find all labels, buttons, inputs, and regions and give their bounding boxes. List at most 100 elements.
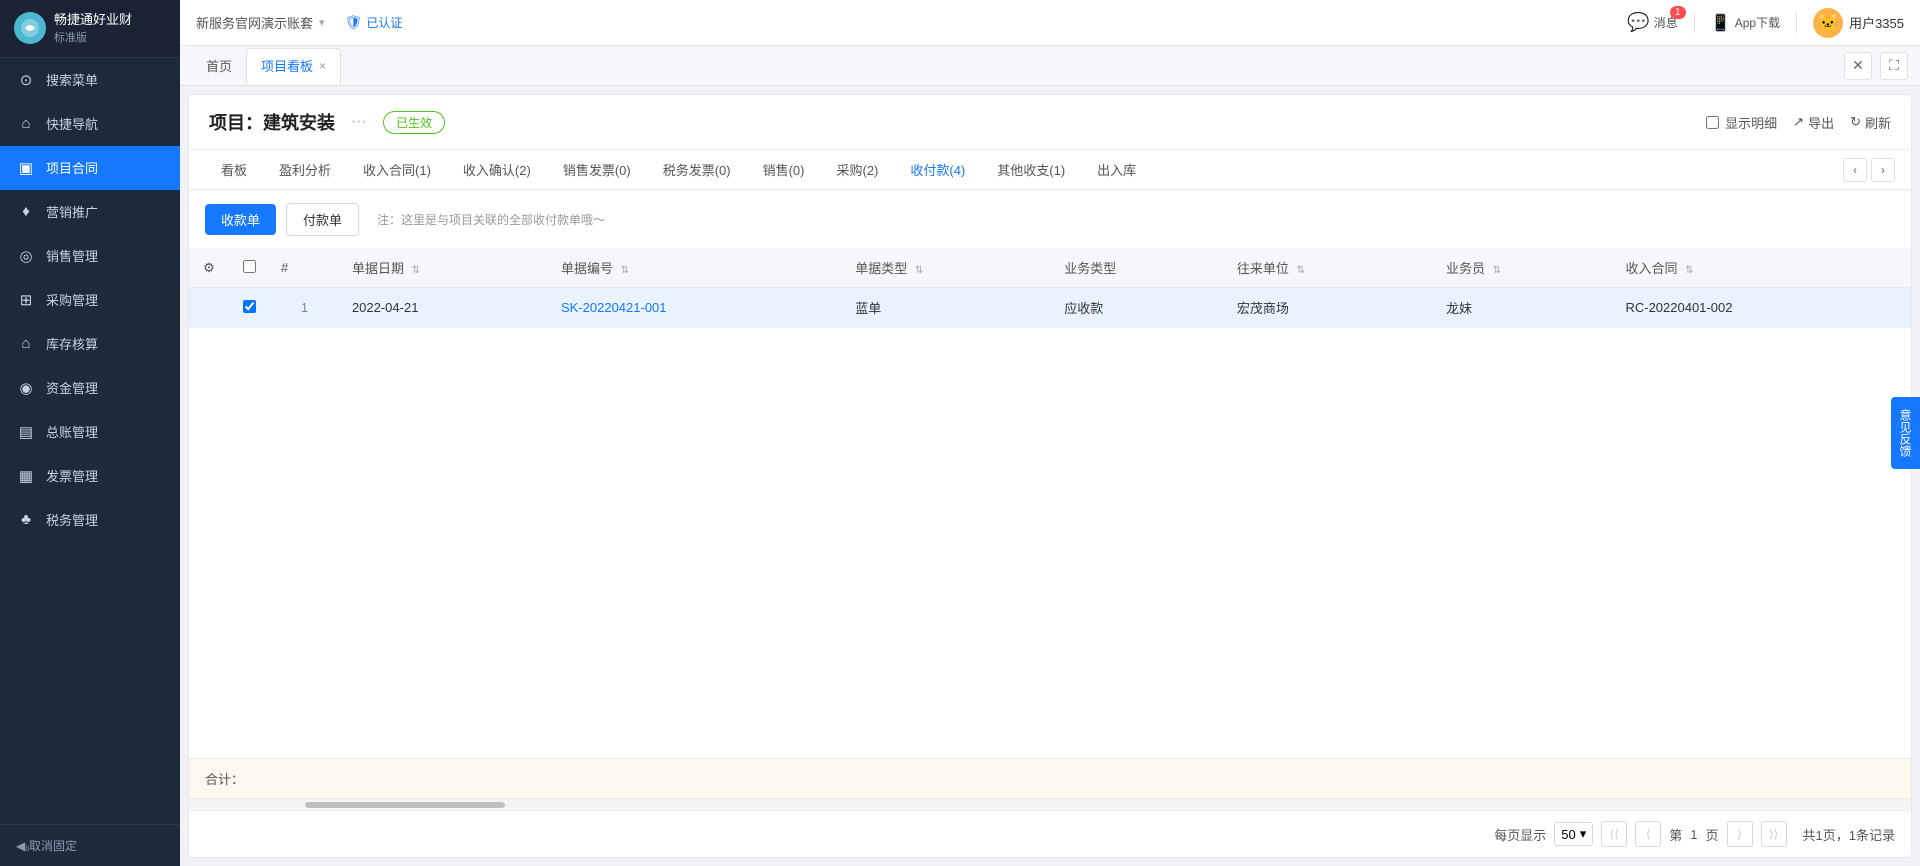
sidebar-label-sales: 销售管理 bbox=[46, 246, 98, 265]
col-number[interactable]: 单据编号 ⇅ bbox=[549, 248, 843, 288]
sidebar-label-invoice: 发票管理 bbox=[46, 466, 98, 485]
cell-number: SK-20220421-001 bbox=[549, 288, 843, 328]
tab-home-label: 首页 bbox=[206, 56, 232, 75]
col-type[interactable]: 单据类型 ⇅ bbox=[843, 248, 1052, 288]
pagination-total: 共1页，1条记录 bbox=[1803, 825, 1895, 844]
per-page-select[interactable]: 50 ▾ bbox=[1554, 822, 1593, 846]
sidebar-item-purchase[interactable]: ⊞ 采购管理 bbox=[0, 278, 180, 322]
select-all-checkbox[interactable] bbox=[243, 260, 256, 273]
sub-tab-income-confirm[interactable]: 收入确认(2) bbox=[447, 150, 547, 191]
col-partner[interactable]: 往来单位 ⇅ bbox=[1225, 248, 1434, 288]
sidebar-label-tax: 税务管理 bbox=[46, 510, 98, 529]
refresh-button[interactable]: ↻ 刷新 bbox=[1850, 113, 1891, 132]
receipt-number-link[interactable]: SK-20220421-001 bbox=[561, 300, 667, 315]
sidebar-item-sales[interactable]: ◎ 销售管理 bbox=[0, 234, 180, 278]
cell-biz-type: 应收款 bbox=[1052, 288, 1225, 328]
user-menu[interactable]: 🐱 用户3355 bbox=[1813, 8, 1904, 38]
sidebar-item-search[interactable]: ⊙ 搜索菜单 bbox=[0, 58, 180, 102]
refresh-icon: ↻ bbox=[1850, 114, 1861, 130]
col-settings[interactable]: ⚙ bbox=[189, 248, 229, 288]
table-body: 1 2022-04-21 SK-20220421-001 蓝单 应收款 宏茂商场… bbox=[189, 288, 1911, 328]
sub-tab-kanban[interactable]: 看板 bbox=[205, 150, 263, 191]
col-number-label: 单据编号 bbox=[561, 261, 613, 276]
sort-salesperson-icon: ⇅ bbox=[1493, 265, 1501, 276]
sidebar-label-ledger: 总账管理 bbox=[46, 422, 98, 441]
project-title: 建筑安装 bbox=[263, 109, 335, 135]
tab-home[interactable]: 首页 bbox=[192, 48, 246, 84]
row-checkbox[interactable] bbox=[243, 300, 256, 313]
close-window-button[interactable]: ✕ bbox=[1844, 52, 1872, 80]
payment-button[interactable]: 付款单 bbox=[286, 203, 359, 236]
main-area: 新服务官网演示账套 ▾ 🛡 已认证 💬 1 消息 📱 App下载 🐱 用 bbox=[180, 0, 1920, 866]
project-header: 项目： 建筑安装 ··· 已生效 显示明细 ↗ 导出 ↻ 刷新 bbox=[189, 95, 1911, 150]
sub-tab-tax-invoice[interactable]: 税务发票(0) bbox=[647, 150, 747, 191]
ledger-icon: ▤ bbox=[16, 422, 36, 442]
sub-tab-sales-invoice[interactable]: 销售发票(0) bbox=[547, 150, 647, 191]
topbar-divider-2 bbox=[1796, 13, 1797, 33]
expand-window-button[interactable]: ⛶ bbox=[1880, 52, 1908, 80]
sidebar-item-finance[interactable]: ◉ 资金管理 bbox=[0, 366, 180, 410]
feedback-button[interactable]: 意见反馈 bbox=[1891, 397, 1920, 469]
table-footer: 合计： bbox=[189, 758, 1911, 798]
per-page-label: 每页显示 bbox=[1494, 825, 1546, 844]
sidebar-item-inventory[interactable]: ⌂ 库存核算 bbox=[0, 322, 180, 366]
col-income-contract[interactable]: 收入合同 ⇅ bbox=[1613, 248, 1911, 288]
export-button[interactable]: ↗ 导出 bbox=[1793, 113, 1834, 132]
sub-tab-next-button[interactable]: › bbox=[1871, 158, 1895, 182]
col-date[interactable]: 单据日期 ⇅ bbox=[340, 248, 549, 288]
sub-tab-profit[interactable]: 盈利分析 bbox=[263, 150, 347, 191]
last-page-button[interactable]: ⟩⟩ bbox=[1761, 821, 1787, 847]
home-icon: ⌂ bbox=[16, 114, 36, 134]
sidebar-item-project-contract[interactable]: ▣ 项目合同 bbox=[0, 146, 180, 190]
sidebar-menu: ⊙ 搜索菜单 ⌂ 快捷导航 ▣ 项目合同 ♦ 营销推广 ◎ 销售管理 ⊞ 采购管… bbox=[0, 58, 180, 824]
sub-tab-purchase[interactable]: 采购(2) bbox=[820, 150, 894, 191]
app-label: App下载 bbox=[1735, 14, 1780, 31]
sidebar-label-project-contract: 项目合同 bbox=[46, 158, 98, 177]
table-header-row: ⚙ # 单据日期 ⇅ 单据编号 ⇅ bbox=[189, 248, 1911, 288]
sub-tab-prev-button[interactable]: ‹ bbox=[1843, 158, 1867, 182]
sidebar-item-quick-nav[interactable]: ⌂ 快捷导航 bbox=[0, 102, 180, 146]
sub-tab-warehouse[interactable]: 出入库 bbox=[1081, 150, 1152, 191]
account-selector[interactable]: 新服务官网演示账套 ▾ bbox=[196, 13, 325, 32]
sub-tab-receipt[interactable]: 收付款(4) bbox=[894, 150, 981, 191]
sidebar-label-marketing: 营销推广 bbox=[46, 202, 98, 221]
col-salesperson[interactable]: 业务员 ⇅ bbox=[1434, 248, 1614, 288]
show-detail-checkbox[interactable]: 显示明细 bbox=[1706, 113, 1777, 132]
data-table-wrap: ⚙ # 单据日期 ⇅ 单据编号 ⇅ bbox=[189, 248, 1911, 758]
sidebar-item-invoice[interactable]: ▦ 发票管理 bbox=[0, 454, 180, 498]
sidebar-label-finance: 资金管理 bbox=[46, 378, 98, 397]
sidebar-label-purchase: 采购管理 bbox=[46, 290, 98, 309]
purchase-icon: ⊞ bbox=[16, 290, 36, 310]
sidebar-item-ledger[interactable]: ▤ 总账管理 bbox=[0, 410, 180, 454]
first-page-icon: ⟨⟨ bbox=[1610, 827, 1619, 841]
prev-page-button[interactable]: ⟨ bbox=[1635, 821, 1661, 847]
message-button[interactable]: 💬 1 消息 bbox=[1627, 12, 1677, 33]
cell-checkbox[interactable] bbox=[229, 288, 269, 328]
username: 用户3355 bbox=[1849, 13, 1904, 32]
sort-type-icon: ⇅ bbox=[915, 265, 923, 276]
sub-tab-other-expense[interactable]: 其他收支(1) bbox=[981, 150, 1081, 191]
sidebar-label-search: 搜索菜单 bbox=[46, 70, 98, 89]
show-detail-input[interactable] bbox=[1706, 116, 1719, 129]
tab-close-icon[interactable]: × bbox=[319, 59, 326, 73]
sub-tab-income-contract[interactable]: 收入合同(1) bbox=[347, 150, 447, 191]
receipt-button[interactable]: 收款单 bbox=[205, 204, 276, 235]
next-page-button[interactable]: ⟩ bbox=[1727, 821, 1753, 847]
sidebar-item-tax[interactable]: ♣ 税务管理 bbox=[0, 498, 180, 542]
app-download-button[interactable]: 📱 App下载 bbox=[1711, 13, 1780, 33]
sub-tab-sales[interactable]: 销售(0) bbox=[747, 150, 821, 191]
show-detail-label: 显示明细 bbox=[1725, 113, 1777, 132]
col-salesperson-label: 业务员 bbox=[1446, 261, 1485, 276]
sidebar-item-marketing[interactable]: ♦ 营销推广 bbox=[0, 190, 180, 234]
total-label: 合计： bbox=[205, 772, 244, 787]
tab-project-board[interactable]: 项目看板 × bbox=[246, 48, 341, 84]
page-suffix: 页 bbox=[1706, 825, 1719, 844]
cell-type: 蓝单 bbox=[843, 288, 1052, 328]
unpin-button[interactable]: ◀ᵢᵢ取消固定 bbox=[0, 824, 180, 866]
cell-partner: 宏茂商场 bbox=[1225, 288, 1434, 328]
scrollbar-thumb[interactable] bbox=[305, 802, 505, 808]
more-options-icon[interactable]: ··· bbox=[351, 113, 367, 131]
shield-icon: 🛡 bbox=[345, 14, 363, 31]
first-page-button[interactable]: ⟨⟨ bbox=[1601, 821, 1627, 847]
horizontal-scrollbar[interactable] bbox=[189, 798, 1911, 810]
